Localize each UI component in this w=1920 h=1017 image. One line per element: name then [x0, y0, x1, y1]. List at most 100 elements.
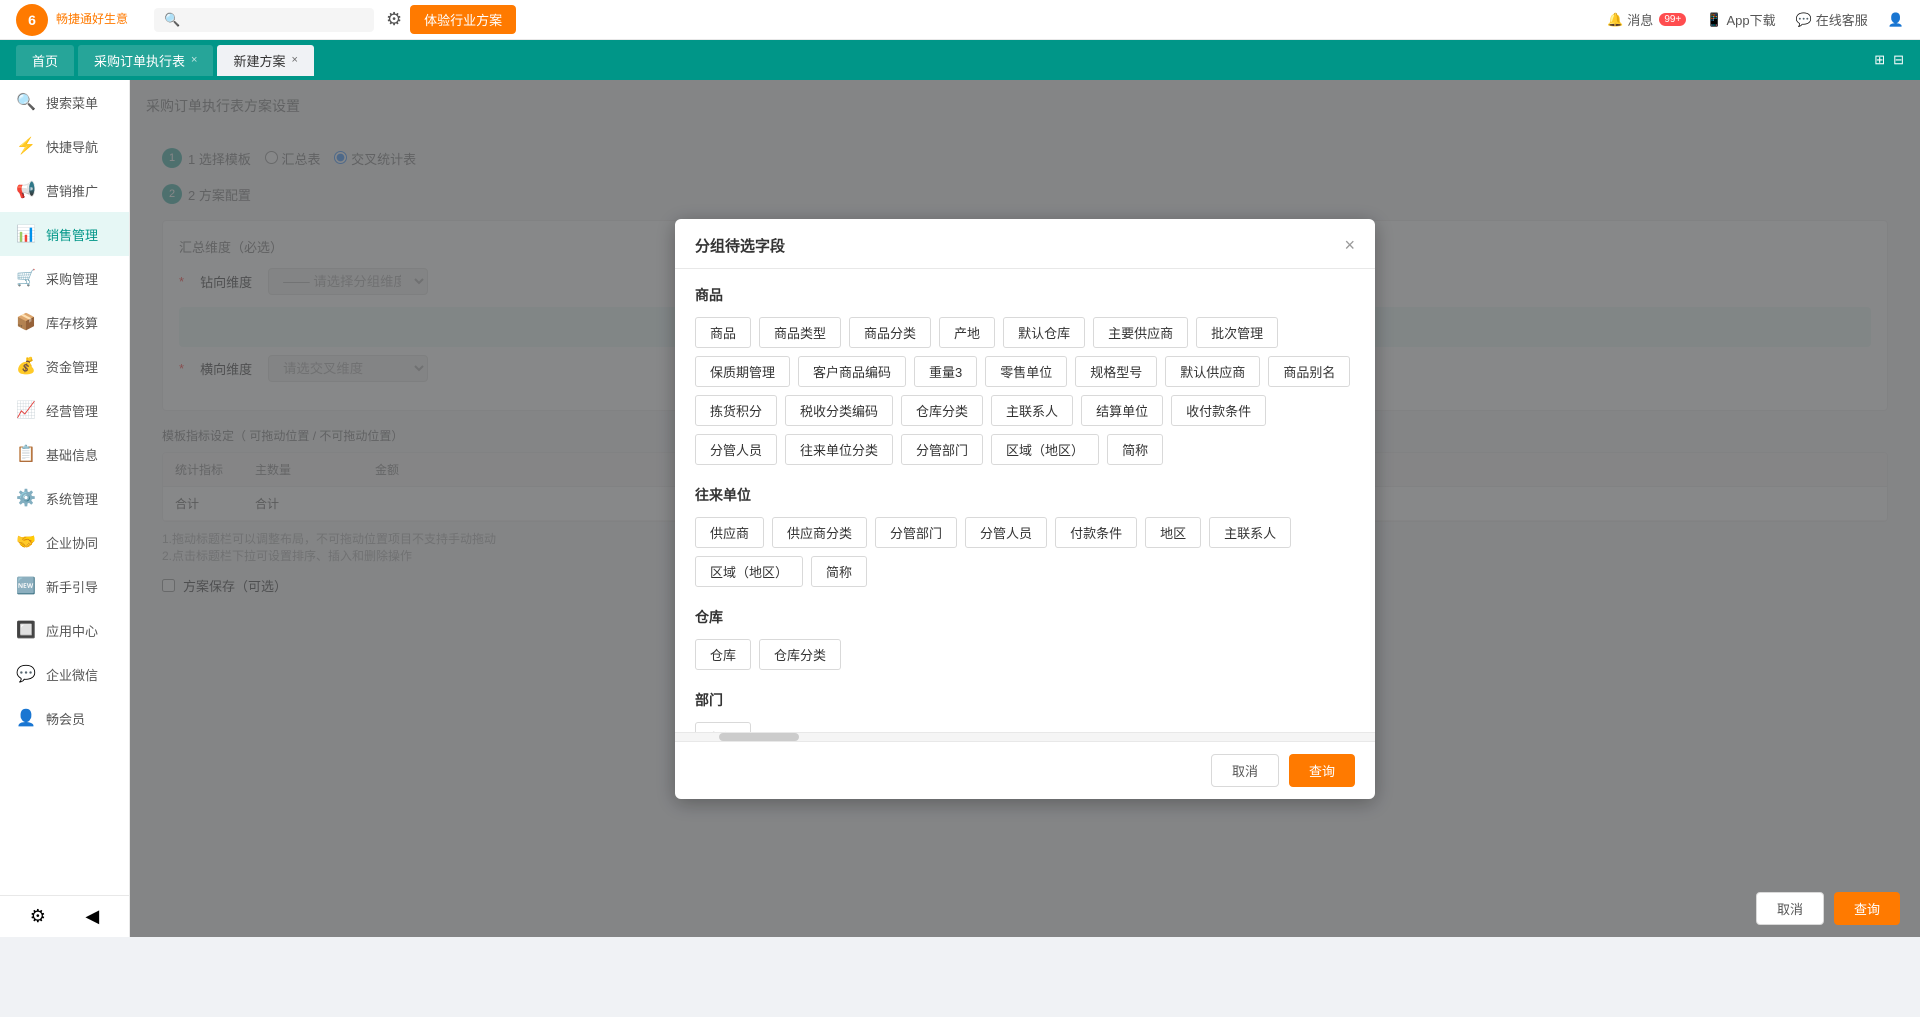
field-tag[interactable]: 简称 — [1107, 434, 1163, 465]
sidebar-collapse-icon[interactable]: ◀ — [85, 906, 99, 927]
field-tag[interactable]: 商品 — [695, 317, 751, 348]
tab-purchase-order-label: 采购订单执行表 — [94, 51, 185, 70]
field-tag[interactable]: 付款条件 — [1055, 517, 1137, 548]
sidebar-item-inventory[interactable]: 📦 库存核算 — [0, 300, 129, 344]
sidebar-item-search[interactable]: 🔍 搜索菜单 — [0, 80, 129, 124]
finance-icon: 💰 — [16, 356, 36, 376]
tab-new-scheme-close[interactable]: × — [291, 54, 297, 66]
tab-bar-collapse[interactable]: ⊞ — [1874, 52, 1885, 68]
field-tag[interactable]: 供应商分类 — [772, 517, 867, 548]
sidebar-item-marketing[interactable]: 📢 营销推广 — [0, 168, 129, 212]
app-center-icon: 🔲 — [16, 620, 36, 640]
sidebar-member-label: 畅会员 — [46, 709, 85, 728]
sidebar-item-app-center[interactable]: 🔲 应用中心 — [0, 608, 129, 652]
field-tag[interactable]: 主联系人 — [991, 395, 1073, 426]
download-icon: 📱 — [1706, 12, 1722, 28]
field-tag[interactable]: 仓库分类 — [901, 395, 983, 426]
field-tag[interactable]: 规格型号 — [1075, 356, 1157, 387]
field-tag[interactable]: 默认仓库 — [1003, 317, 1085, 348]
tab-purchase-order-close[interactable]: × — [191, 54, 197, 66]
field-tag[interactable]: 税收分类编码 — [785, 395, 893, 426]
field-tag[interactable]: 保质期管理 — [695, 356, 790, 387]
field-tag[interactable]: 地区 — [1145, 517, 1201, 548]
modal-cancel-btn[interactable]: 取消 — [1211, 754, 1279, 787]
field-tag[interactable]: 结算单位 — [1081, 395, 1163, 426]
field-tag[interactable]: 仓库分类 — [759, 639, 841, 670]
sidebar-item-quick-nav[interactable]: ⚡ 快捷导航 — [0, 124, 129, 168]
field-tag[interactable]: 区域（地区） — [695, 556, 803, 587]
field-tag[interactable]: 分管人员 — [965, 517, 1047, 548]
field-tag[interactable]: 默认供应商 — [1165, 356, 1260, 387]
notification-label: 消息 — [1627, 10, 1653, 29]
tab-bar-expand[interactable]: ⊟ — [1893, 52, 1904, 68]
settings-icon[interactable]: ⚙ — [386, 9, 402, 30]
sidebar: 🔍 搜索菜单 ⚡ 快捷导航 📢 营销推广 📊 销售管理 🛒 采购管理 📦 库存核… — [0, 80, 130, 937]
experience-btn[interactable]: 体验行业方案 — [410, 5, 516, 34]
sidebar-item-member[interactable]: 👤 畅会员 — [0, 696, 129, 740]
sidebar-item-base[interactable]: 📋 基础信息 — [0, 432, 129, 476]
field-tag[interactable]: 部门 — [695, 722, 751, 732]
field-tag[interactable]: 供应商 — [695, 517, 764, 548]
field-tag[interactable]: 商品分类 — [849, 317, 931, 348]
app-download-item[interactable]: 📱 App下载 — [1706, 10, 1775, 29]
field-tag[interactable]: 商品别名 — [1268, 356, 1350, 387]
field-tag[interactable]: 产地 — [939, 317, 995, 348]
field-tag[interactable]: 零售单位 — [985, 356, 1067, 387]
global-cancel-btn[interactable]: 取消 — [1756, 892, 1824, 925]
field-tag[interactable]: 收付款条件 — [1171, 395, 1266, 426]
field-tag[interactable]: 主要供应商 — [1093, 317, 1188, 348]
user-avatar[interactable]: 👤 — [1888, 12, 1904, 28]
cooperation-icon: 🤝 — [16, 532, 36, 552]
global-footer: 取消 查询 — [1736, 880, 1920, 937]
modal-confirm-btn[interactable]: 查询 — [1289, 754, 1355, 787]
field-tag[interactable]: 分管人员 — [695, 434, 777, 465]
field-tag[interactable]: 区域（地区） — [991, 434, 1099, 465]
field-tag[interactable]: 重量3 — [914, 356, 977, 387]
modal-body[interactable]: 商品 商品 商品类型 商品分类 产地 默认仓库 主要供应商 批次管理 保质期管理… — [675, 269, 1375, 732]
guide-icon: 🆕 — [16, 576, 36, 596]
modal-title: 分组待选字段 — [695, 235, 785, 256]
sidebar-item-operations[interactable]: 📈 经营管理 — [0, 388, 129, 432]
field-tag[interactable]: 拣货积分 — [695, 395, 777, 426]
field-tag[interactable]: 商品类型 — [759, 317, 841, 348]
sidebar-item-system[interactable]: ⚙️ 系统管理 — [0, 476, 129, 520]
modal-header: 分组待选字段 × — [675, 219, 1375, 269]
tab-home[interactable]: 首页 — [16, 45, 74, 76]
system-icon: ⚙️ — [16, 488, 36, 508]
search-input[interactable] — [180, 12, 340, 27]
department-field-tags: 部门 — [695, 722, 1355, 732]
field-tag[interactable]: 主联系人 — [1209, 517, 1291, 548]
modal-horizontal-scrollbar[interactable] — [675, 732, 1375, 741]
tab-new-scheme[interactable]: 新建方案 × — [217, 45, 313, 76]
sidebar-guide-label: 新手引导 — [46, 577, 98, 596]
top-actions: ⚙ 体验行业方案 — [386, 5, 516, 34]
sidebar-item-wechat[interactable]: 💬 企业微信 — [0, 652, 129, 696]
sidebar-item-guide[interactable]: 🆕 新手引导 — [0, 564, 129, 608]
online-service-item[interactable]: 💬 在线客服 — [1796, 10, 1868, 29]
notification-item[interactable]: 🔔 消息 99+ — [1607, 10, 1686, 29]
field-tag[interactable]: 往来单位分类 — [785, 434, 893, 465]
quick-nav-icon: ⚡ — [16, 136, 36, 156]
sidebar-item-purchase[interactable]: 🛒 采购管理 — [0, 256, 129, 300]
field-tag[interactable]: 分管部门 — [875, 517, 957, 548]
modal-close-btn[interactable]: × — [1344, 235, 1355, 256]
sidebar-base-label: 基础信息 — [46, 445, 98, 464]
field-tag[interactable]: 客户商品编码 — [798, 356, 906, 387]
field-tag[interactable]: 仓库 — [695, 639, 751, 670]
field-tag[interactable]: 批次管理 — [1196, 317, 1278, 348]
tab-bar: 首页 采购订单执行表 × 新建方案 × ⊞ ⊟ — [0, 40, 1920, 80]
sidebar-item-finance[interactable]: 💰 资金管理 — [0, 344, 129, 388]
field-tag[interactable]: 分管部门 — [901, 434, 983, 465]
tab-purchase-order[interactable]: 采购订单执行表 × — [78, 45, 213, 76]
warehouse-field-tags: 仓库 仓库分类 — [695, 639, 1355, 670]
member-icon: 👤 — [16, 708, 36, 728]
sidebar-settings-icon[interactable]: ⚙ — [30, 906, 46, 927]
search-menu-icon: 🔍 — [16, 92, 36, 112]
logo-initial: 6 — [28, 12, 36, 28]
search-box[interactable]: 🔍 — [154, 8, 374, 32]
global-confirm-btn[interactable]: 查询 — [1834, 892, 1900, 925]
sidebar-item-sales[interactable]: 📊 销售管理 — [0, 212, 129, 256]
field-tag[interactable]: 简称 — [811, 556, 867, 587]
logo-area: 6 畅捷通好生意 — [16, 4, 146, 36]
sidebar-item-cooperation[interactable]: 🤝 企业协同 — [0, 520, 129, 564]
